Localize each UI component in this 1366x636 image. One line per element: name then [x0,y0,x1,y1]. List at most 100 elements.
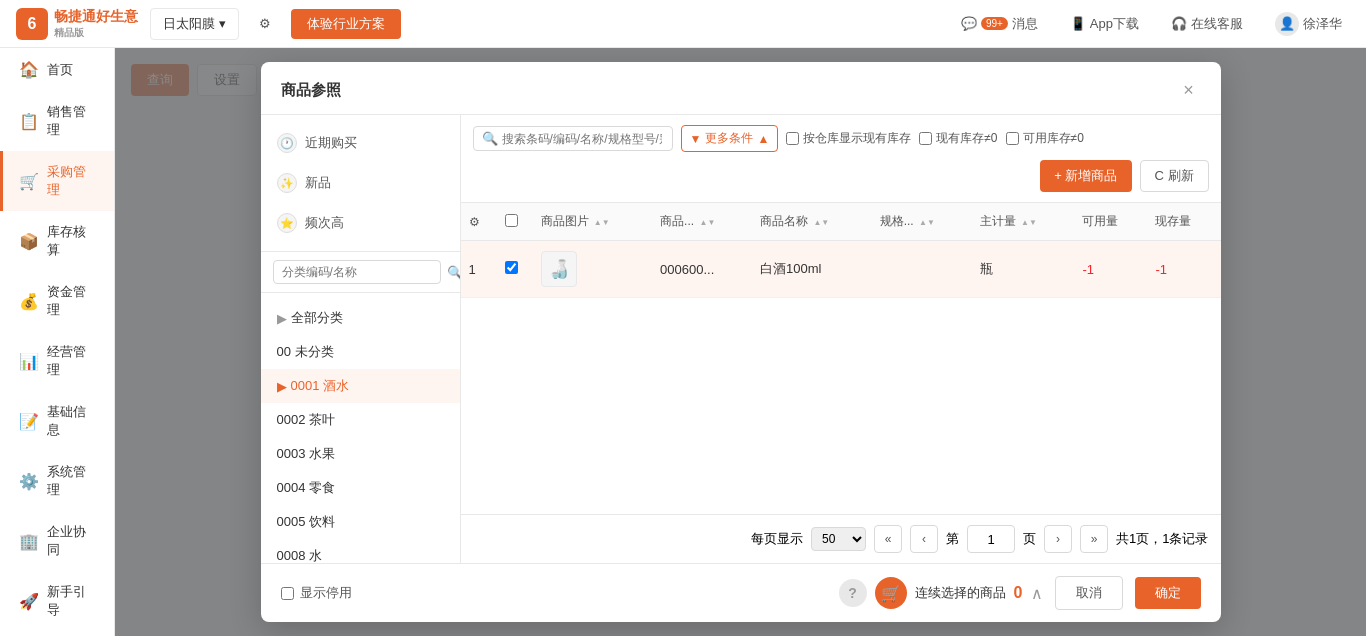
system-icon: ⚙️ [19,472,39,491]
table-row[interactable]: 1 🍶 000600... 白酒100ml 瓶 [461,241,1221,298]
category-0002[interactable]: 0002 茶叶 [261,403,460,437]
sidebar-item-system[interactable]: ⚙️ 系统管理 [0,451,114,511]
row-checkbox[interactable] [505,261,518,274]
sidebar-item-label: 资金管理 [47,283,98,319]
sidebar-item-sales[interactable]: 📋 销售管理 [0,91,114,151]
frequent-icon: ⭐ [277,213,297,233]
logo: 6 畅捷通好生意 精品版 [16,8,138,40]
checkbox-available[interactable]: 可用库存≠0 [1006,130,1084,147]
last-page-btn[interactable]: » [1080,525,1108,553]
right-panel: 🔍 ▼ 更多条件 ▲ 按仓库显示现有库存 [461,115,1221,563]
sidebar-item-home[interactable]: 🏠 首页 [0,48,114,91]
toolbar-right: + 新增商品 C 刷新 [1040,160,1208,192]
left-tab-new[interactable]: ✨ 新品 [261,163,460,203]
cart-icon-wrap[interactable]: 🛒 [875,577,907,609]
category-0005[interactable]: 0005 饮料 [261,505,460,539]
modal-footer: 显示停用 ? 🛒 连续选择的商品 0 ∧ 取消 确定 [261,563,1221,622]
arrow-right-icon: ▶ [277,379,287,394]
first-page-btn[interactable]: « [874,525,902,553]
arrow-right-icon: ▶ [277,311,287,326]
stock-checkbox[interactable] [919,132,932,145]
category-label: 全部分类 [291,309,343,327]
category-label: 0001 酒水 [291,377,350,395]
headset-icon: 🎧 [1171,16,1187,31]
nav-dropdown[interactable]: 日太阳膜 ▾ [150,8,239,40]
user-btn[interactable]: 👤 徐泽华 [1267,8,1350,40]
product-thumbnail: 🍶 [541,251,577,287]
category-0004[interactable]: 0004 零食 [261,471,460,505]
settings-nav-btn[interactable]: ⚙ [251,12,279,35]
cancel-button[interactable]: 取消 [1055,576,1123,610]
refresh-button[interactable]: C 刷新 [1140,160,1209,192]
filter-button[interactable]: ▼ 更多条件 ▲ [681,125,779,152]
sidebar-item-label: 企业协同 [47,523,98,559]
cta-button[interactable]: 体验行业方案 [291,9,401,39]
modal-body: 🕐 近期购买 ✨ 新品 ⭐ 频次高 [261,115,1221,563]
cart-icon: 🛒 [881,584,901,603]
sidebar-item-apps[interactable]: 📱 应用中心 [0,631,114,636]
messages-btn[interactable]: 💬 99+ 消息 [953,11,1046,37]
category-0003[interactable]: 0003 水果 [261,437,460,471]
avatar: 👤 [1275,12,1299,36]
select-all-checkbox[interactable] [505,214,518,227]
stock-checkbox-label: 现有库存≠0 [936,130,997,147]
purchase-icon: 🛒 [19,172,39,191]
checkbox-warehouse[interactable]: 按仓库显示现有库存 [786,130,911,147]
logo-icon: 6 [16,8,48,40]
confirm-button[interactable]: 确定 [1135,577,1201,609]
sidebar-item-basic[interactable]: 📝 基础信息 [0,391,114,451]
help-button[interactable]: ? [839,579,867,607]
recent-icon: 🕐 [277,133,297,153]
messages-badge: 99+ [981,17,1008,30]
online-service-btn[interactable]: 🎧 在线客服 [1163,11,1251,37]
category-0008[interactable]: 0008 水 [261,539,460,563]
modal-header: 商品参照 × [261,62,1221,115]
category-list: ▶ 全部分类 00 未分类 ▶ 0001 酒水 0002 茶 [261,293,460,563]
category-all[interactable]: ▶ 全部分类 [261,301,460,335]
page-suffix-label: 页 [1023,530,1036,548]
sidebar-item-operation[interactable]: 📊 经营管理 [0,331,114,391]
category-search-input[interactable] [273,260,441,284]
row-spec-cell [872,241,972,298]
guide-icon: 🚀 [19,592,39,611]
category-search-icon[interactable]: 🔍 [447,265,461,280]
row-index: 1 [461,241,497,298]
per-page-select[interactable]: 50 100 200 [811,527,866,551]
sidebar-item-label: 库存核算 [47,223,98,259]
show-disabled-checkbox[interactable] [281,587,294,600]
modal-close-button[interactable]: × [1177,78,1201,102]
col-settings[interactable]: ⚙ [461,203,497,241]
sidebar-item-inventory[interactable]: 📦 库存核算 [0,211,114,271]
show-disabled-checkbox-label[interactable]: 显示停用 [281,584,352,602]
row-image-cell: 🍶 [533,241,653,298]
product-search-input[interactable] [502,132,662,146]
nav-right: 💬 99+ 消息 📱 App下载 🎧 在线客服 👤 徐泽华 [953,8,1350,40]
available-checkbox[interactable] [1006,132,1019,145]
sort-icon: ▲▼ [813,219,829,227]
row-available-cell: -1 [1074,241,1147,298]
pagination-bar: 每页显示 50 100 200 « ‹ 第 页 › [461,514,1221,563]
sidebar-item-purchase[interactable]: 🛒 采购管理 [0,151,114,211]
sidebar-item-label: 系统管理 [47,463,98,499]
modal-overlay: 商品参照 × 🕐 近期购买 ✨ [115,48,1366,636]
collapse-up-button[interactable]: ∧ [1031,584,1043,603]
app-download-btn[interactable]: 📱 App下载 [1062,11,1147,37]
left-tab-frequent[interactable]: ⭐ 频次高 [261,203,460,243]
category-label: 0008 水 [277,547,323,563]
left-tab-recent[interactable]: 🕐 近期购买 [261,123,460,163]
col-available: 可用量 [1074,203,1147,241]
checkbox-stock[interactable]: 现有库存≠0 [919,130,997,147]
available-checkbox-label: 可用库存≠0 [1023,130,1084,147]
sidebar-item-label: 销售管理 [47,103,98,139]
prev-page-btn[interactable]: ‹ [910,525,938,553]
warehouse-checkbox[interactable] [786,132,799,145]
sidebar-item-finance[interactable]: 💰 资金管理 [0,271,114,331]
next-page-btn[interactable]: › [1044,525,1072,553]
sales-icon: 📋 [19,112,39,131]
page-number-input[interactable] [967,525,1015,553]
sidebar-item-enterprise[interactable]: 🏢 企业协同 [0,511,114,571]
sidebar-item-guide[interactable]: 🚀 新手引导 [0,571,114,631]
add-product-button[interactable]: + 新增商品 [1040,160,1131,192]
category-0001[interactable]: ▶ 0001 酒水 [261,369,460,403]
category-00[interactable]: 00 未分类 [261,335,460,369]
